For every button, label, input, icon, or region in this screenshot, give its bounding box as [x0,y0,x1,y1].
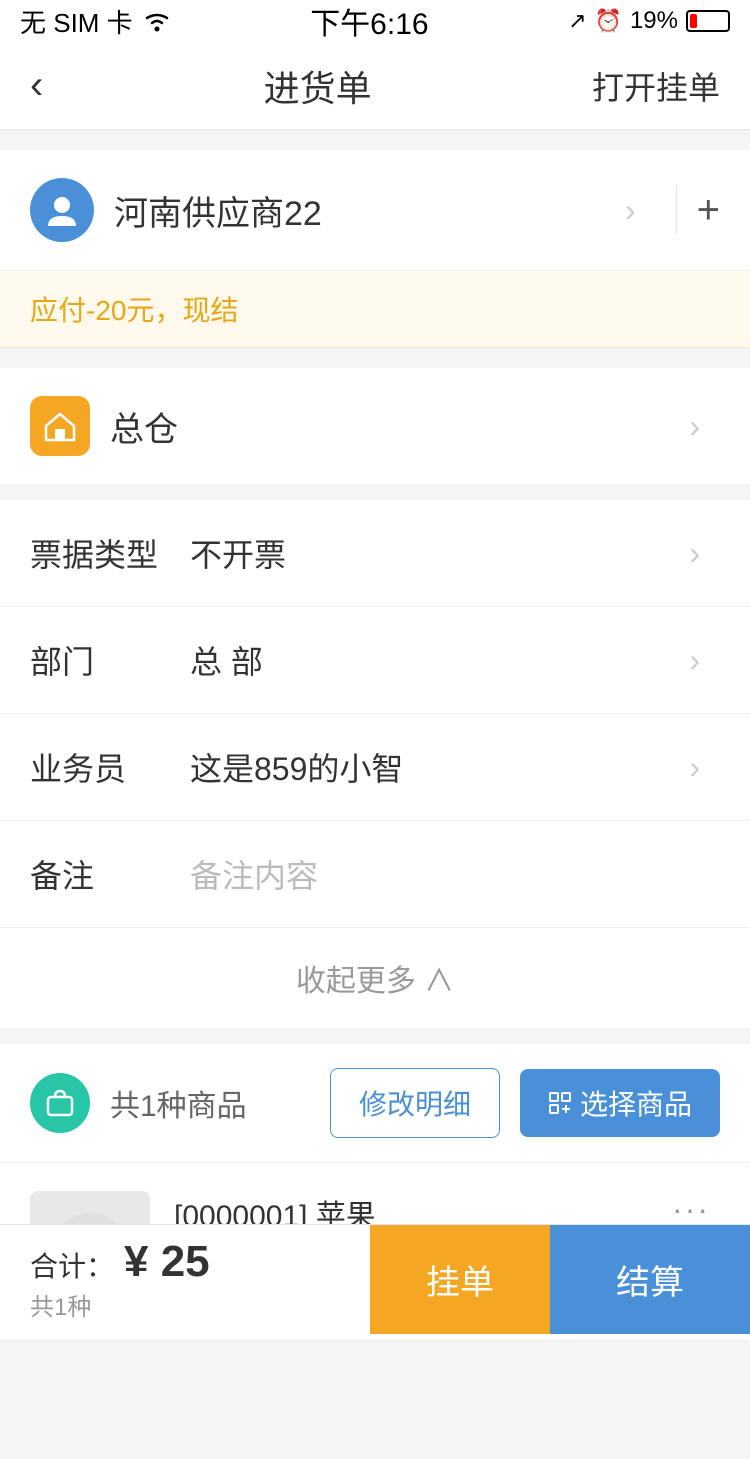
warehouse-name: 总仓 [110,402,689,451]
ticket-value: 不开票 [170,530,689,576]
open-hang-button[interactable]: 打开挂单 [592,63,720,109]
warehouse-chevron-icon: › [689,408,700,445]
ticket-label: 票据类型 [30,530,170,576]
status-left: 无 SIM 卡 [20,3,171,40]
person-icon [44,192,80,228]
total-label: 合计： [30,1245,114,1285]
supplier-row[interactable]: 河南供应商22 › + [0,150,750,271]
sales-value: 这是859的小智 [170,744,689,790]
supplier-avatar [30,178,94,242]
status-time: 下午6:16 [310,0,428,43]
remark-label: 备注 [30,851,170,897]
location-icon: ↗ [568,8,586,34]
notice-text: 应付-20元，现结 [30,295,238,326]
more-button[interactable]: ··· [662,1191,720,1228]
edit-detail-button[interactable]: 修改明细 [330,1068,500,1138]
dept-chevron-icon: › [689,642,700,679]
status-bar: 无 SIM 卡 下午6:16 ↗ ⏰ 19% [0,0,750,42]
home-icon [43,409,77,443]
form-section: 票据类型 不开票 › 部门 总 部 › 业务员 这是859的小智 › 备注 备注… [0,500,750,927]
supplier-section: 河南供应商22 › + 应付-20元，现结 [0,150,750,348]
sales-row[interactable]: 业务员 这是859的小智 › [0,714,750,821]
products-count: 共1种商品 [110,1081,310,1125]
dept-value: 总 部 [170,637,689,683]
status-right: ↗ ⏰ 19% [568,7,730,35]
nav-bar: ‹ 进货单 打开挂单 [0,42,750,130]
carrier-text: 无 SIM 卡 [20,3,133,40]
supplier-name: 河南供应商22 [114,186,625,235]
section-gap-1 [0,130,750,150]
hang-button[interactable]: 挂单 [370,1225,550,1334]
bottom-bar: 合计： ¥ 25 共1种 挂单 结算 [0,1224,750,1334]
vertical-divider [676,185,677,235]
collapse-button[interactable]: 收起更多 ∧ [0,927,750,1028]
remark-row[interactable]: 备注 备注内容 [0,821,750,927]
add-button[interactable]: + [697,188,720,233]
total-amount: ¥ 25 [124,1237,210,1287]
sales-label: 业务员 [30,744,170,790]
back-button[interactable]: ‹ [30,63,43,108]
battery-icon [686,10,730,32]
bottom-total: 合计： ¥ 25 共1种 [0,1225,370,1334]
checkout-button[interactable]: 结算 [550,1225,750,1334]
ticket-chevron-icon: › [689,535,700,572]
ticket-row[interactable]: 票据类型 不开票 › [0,500,750,607]
total-row: 合计： ¥ 25 [30,1237,340,1287]
dept-label: 部门 [30,637,170,683]
sales-chevron-icon: › [689,749,700,786]
select-product-label: 选择商品 [580,1083,692,1123]
notice-bar: 应付-20元，现结 [0,271,750,348]
select-product-button[interactable]: 选择商品 [520,1069,720,1137]
supplier-chevron-icon: › [625,192,636,229]
dept-row[interactable]: 部门 总 部 › [0,607,750,714]
battery-pct: 19% [630,7,678,35]
products-header: 共1种商品 修改明细 选择商品 [0,1044,750,1163]
warehouse-row[interactable]: 总仓 › [0,368,750,484]
remark-input[interactable]: 备注内容 [170,851,720,897]
alarm-icon: ⏰ [595,8,622,34]
warehouse-icon [30,396,90,456]
select-product-icon [548,1091,572,1115]
warehouse-section[interactable]: 总仓 › [0,368,750,484]
bag-icon [44,1087,76,1119]
bottom-spacer [0,1339,750,1459]
total-sub: 共1种 [30,1287,340,1322]
page-title: 进货单 [264,60,372,112]
wifi-icon [143,10,171,32]
section-gap-2 [0,348,750,368]
products-icon [30,1073,90,1133]
